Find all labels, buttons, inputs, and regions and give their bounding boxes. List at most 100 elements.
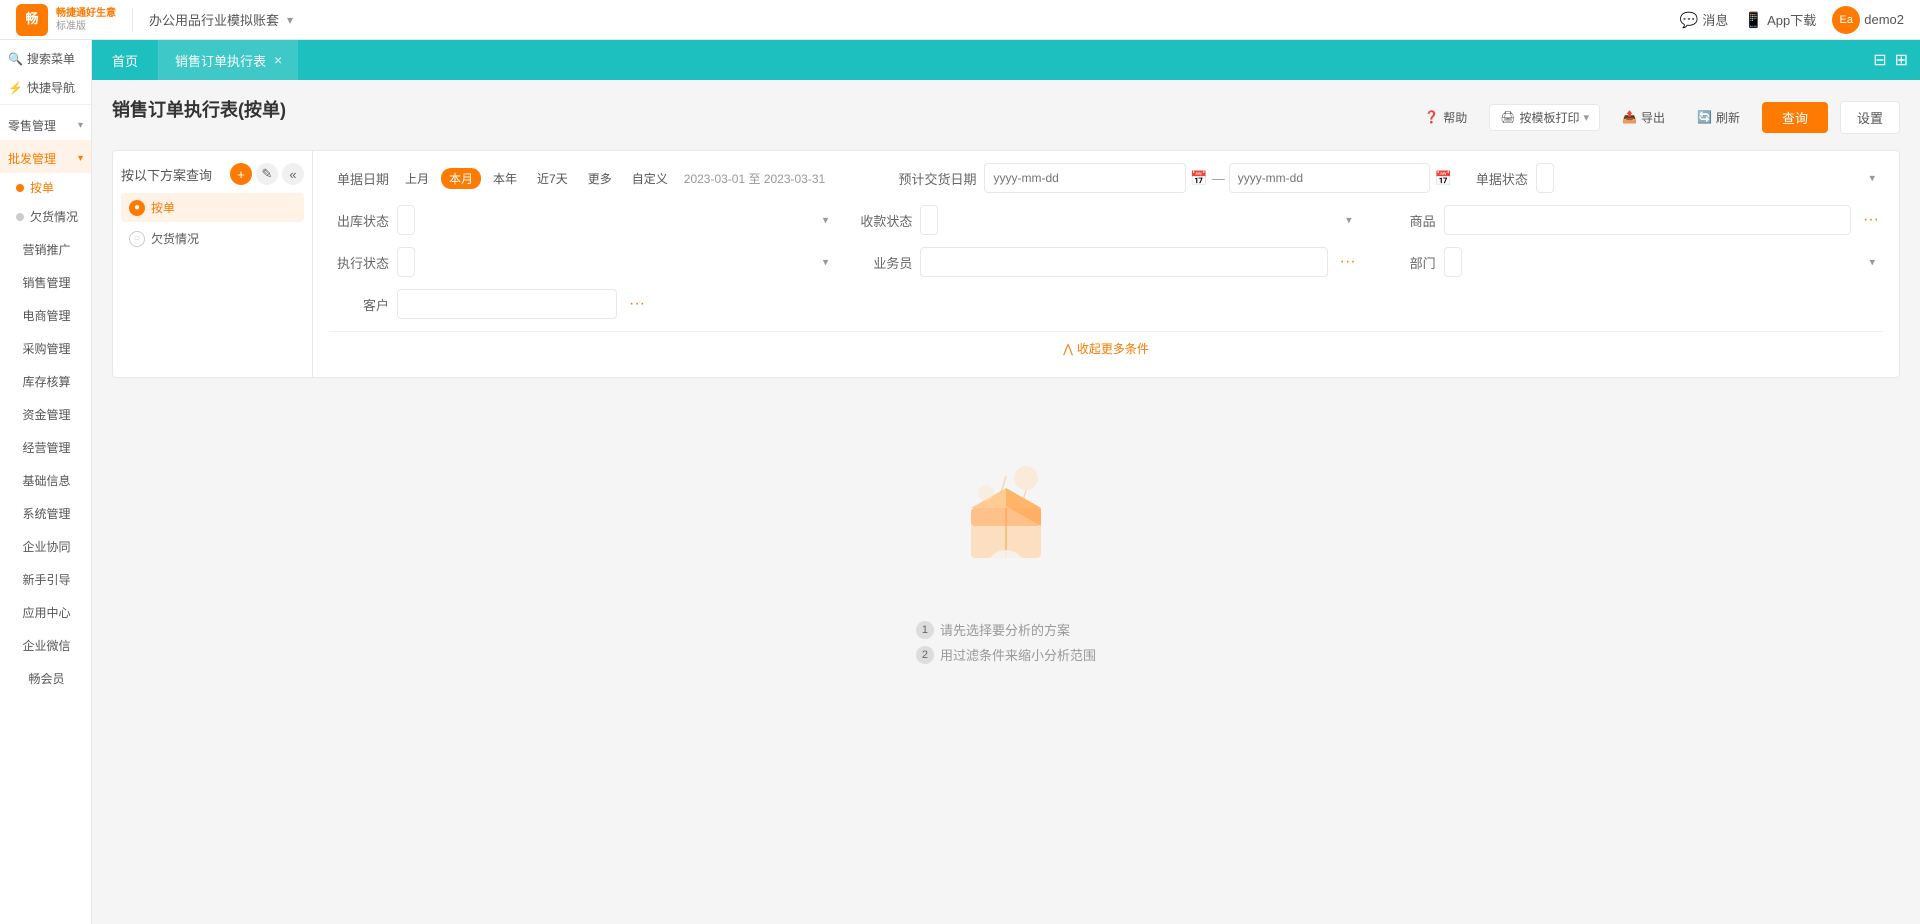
tab-close-icon[interactable]: ×: [274, 52, 282, 68]
refresh-btn[interactable]: 🔄 刷新: [1687, 105, 1750, 130]
retail-label: 零售管理: [8, 117, 56, 134]
execution-select-wrap: [397, 247, 836, 277]
filter-left-header: 按以下方案查询 + ✎ «: [121, 163, 304, 185]
salesperson-field: 业务员 ···: [852, 247, 1359, 277]
expected-date-inputs: 📅 — 📅: [984, 163, 1451, 193]
print-icon: 🖨: [1500, 110, 1515, 124]
department-select[interactable]: [1444, 247, 1462, 277]
payment-label: 收款状态: [852, 211, 912, 230]
goods-input[interactable]: [1444, 205, 1851, 235]
filter-row-2: 出库状态 收款状态: [329, 205, 1883, 235]
sidebar-item-newbie[interactable]: 新手引导: [0, 561, 91, 594]
outbound-field: 出库状态: [329, 205, 836, 235]
help-btn[interactable]: ❓ 帮助: [1414, 105, 1477, 130]
department-field: 部门: [1376, 247, 1883, 277]
calendar-end-icon[interactable]: 📅: [1434, 170, 1451, 187]
this-year-btn[interactable]: 本年: [485, 168, 525, 189]
payment-field: 收款状态: [852, 205, 1359, 235]
sidebar-item-finance[interactable]: 资金管理: [0, 396, 91, 429]
sidebar-item-system[interactable]: 系统管理: [0, 495, 91, 528]
message-icon: 💬: [1680, 11, 1699, 29]
sidebar-item-operations[interactable]: 经营管理: [0, 429, 91, 462]
search-menu-btn[interactable]: 🔍 搜索菜单: [0, 40, 91, 73]
app-edition: 标准版: [56, 20, 116, 33]
app-download-btn[interactable]: 📱 App下载: [1744, 10, 1816, 29]
query-btn[interactable]: 查询: [1762, 102, 1828, 133]
date-field: 单据日期 上月 本月 本年 近7天 更多 自定义 2023-03-01 至 20…: [329, 168, 882, 189]
more-btn[interactable]: 更多: [580, 168, 620, 189]
retail-arrow-icon: ▾: [78, 120, 83, 131]
export-btn[interactable]: 📤 导出: [1612, 105, 1675, 130]
expected-date-field: 预计交货日期 📅 — 📅: [898, 163, 1451, 193]
industry-dropdown-icon[interactable]: ▾: [287, 13, 293, 27]
user-profile[interactable]: Ea demo2: [1832, 6, 1904, 34]
expected-date-start-input[interactable]: [984, 163, 1186, 193]
expected-date-end-input[interactable]: [1229, 163, 1431, 193]
status-select[interactable]: [1536, 163, 1554, 193]
filter-nav-owe[interactable]: ○ 欠货情况: [121, 224, 304, 253]
empty-steps-list: 1 请先选择要分析的方案 2 用过滤条件来缩小分析范围: [916, 620, 1096, 670]
salesperson-input[interactable]: [920, 247, 1327, 277]
step-2-num: 2: [916, 646, 934, 664]
filter-panel: 按以下方案查询 + ✎ «: [112, 150, 1900, 378]
empty-icon-svg: [946, 458, 1066, 578]
outbound-select[interactable]: [397, 205, 415, 235]
print-btn[interactable]: 🖨 按模板打印 ▾: [1489, 104, 1600, 131]
this-month-btn[interactable]: 本月: [441, 168, 481, 189]
payment-select[interactable]: [920, 205, 938, 235]
salesperson-more-icon[interactable]: ···: [1336, 253, 1360, 271]
tab-minimize-icon[interactable]: ⊟: [1873, 50, 1886, 70]
customer-field: 客户 ···: [329, 289, 649, 319]
execution-label: 执行状态: [329, 253, 389, 272]
sidebar-item-inventory[interactable]: 库存核算: [0, 363, 91, 396]
execution-select[interactable]: [397, 247, 415, 277]
owe-nav-icon: ○: [129, 231, 145, 247]
tab-home[interactable]: 首页: [92, 40, 159, 80]
user-avatar: Ea: [1832, 6, 1860, 34]
empty-illustration: [946, 458, 1066, 600]
right-side: 首页 销售订单执行表 × ⊟ ⊞ 销售订单执行表(按单) ❓: [92, 40, 1920, 924]
sidebar-item-marketing[interactable]: 营销推广: [0, 231, 91, 264]
filter-nav-press[interactable]: ● 按单: [121, 193, 304, 222]
sidebar-item-basic[interactable]: 基础信息: [0, 462, 91, 495]
last-7-btn[interactable]: 近7天: [529, 168, 576, 189]
page-title: 销售订单执行表(按单): [112, 96, 286, 122]
goods-label: 商品: [1376, 211, 1436, 230]
sidebar-item-member[interactable]: 畅会员: [0, 660, 91, 693]
customer-label: 客户: [329, 295, 389, 314]
sidebar-item-wechat[interactable]: 企业微信: [0, 627, 91, 660]
sidebar: 🔍 搜索菜单 ⚡ 快捷导航 零售管理 ▾ 批发管理 ▾ 按单 欠货情况 营销推广: [0, 40, 92, 924]
add-scheme-btn[interactable]: +: [230, 163, 252, 185]
sidebar-item-apps[interactable]: 应用中心: [0, 594, 91, 627]
sidebar-item-wholesale[interactable]: 批发管理 ▾: [0, 140, 91, 173]
collapse-filter-btn[interactable]: «: [282, 163, 304, 185]
department-label: 部门: [1376, 253, 1436, 272]
department-select-wrap: [1444, 247, 1883, 277]
custom-btn[interactable]: 自定义: [624, 168, 676, 189]
search-icon: 🔍: [8, 52, 23, 66]
customer-more-icon[interactable]: ···: [625, 295, 649, 313]
collapse-bar[interactable]: ⋀ 收起更多条件: [329, 331, 1883, 365]
sidebar-sub-press[interactable]: 按单: [0, 173, 91, 202]
goods-more-icon[interactable]: ···: [1859, 211, 1883, 229]
last-month-btn[interactable]: 上月: [397, 168, 437, 189]
filter-row-4: 客户 ···: [329, 289, 1883, 319]
sidebar-item-ecommerce[interactable]: 电商管理: [0, 297, 91, 330]
sidebar-item-retail[interactable]: 零售管理 ▾: [0, 107, 91, 140]
tab-active[interactable]: 销售订单执行表 ×: [159, 40, 298, 80]
refresh-icon: 🔄: [1697, 110, 1712, 124]
settings-btn[interactable]: 设置: [1840, 101, 1900, 134]
sidebar-item-sales[interactable]: 销售管理: [0, 264, 91, 297]
message-btn[interactable]: 💬 消息: [1680, 10, 1729, 29]
calendar-start-icon[interactable]: 📅: [1190, 170, 1207, 187]
edit-scheme-btn[interactable]: ✎: [256, 163, 278, 185]
expected-date-label: 预计交货日期: [898, 169, 976, 188]
filter-actions: + ✎ «: [230, 163, 304, 185]
sidebar-item-purchase[interactable]: 采购管理: [0, 330, 91, 363]
sidebar-item-enterprise[interactable]: 企业协同: [0, 528, 91, 561]
customer-input[interactable]: [397, 289, 617, 319]
filter-right: 单据日期 上月 本月 本年 近7天 更多 自定义 2023-03-01 至 20…: [313, 151, 1899, 377]
tab-maximize-icon[interactable]: ⊞: [1895, 50, 1908, 70]
sidebar-sub-owe[interactable]: 欠货情况: [0, 202, 91, 231]
quicknav-btn[interactable]: ⚡ 快捷导航: [0, 73, 91, 102]
